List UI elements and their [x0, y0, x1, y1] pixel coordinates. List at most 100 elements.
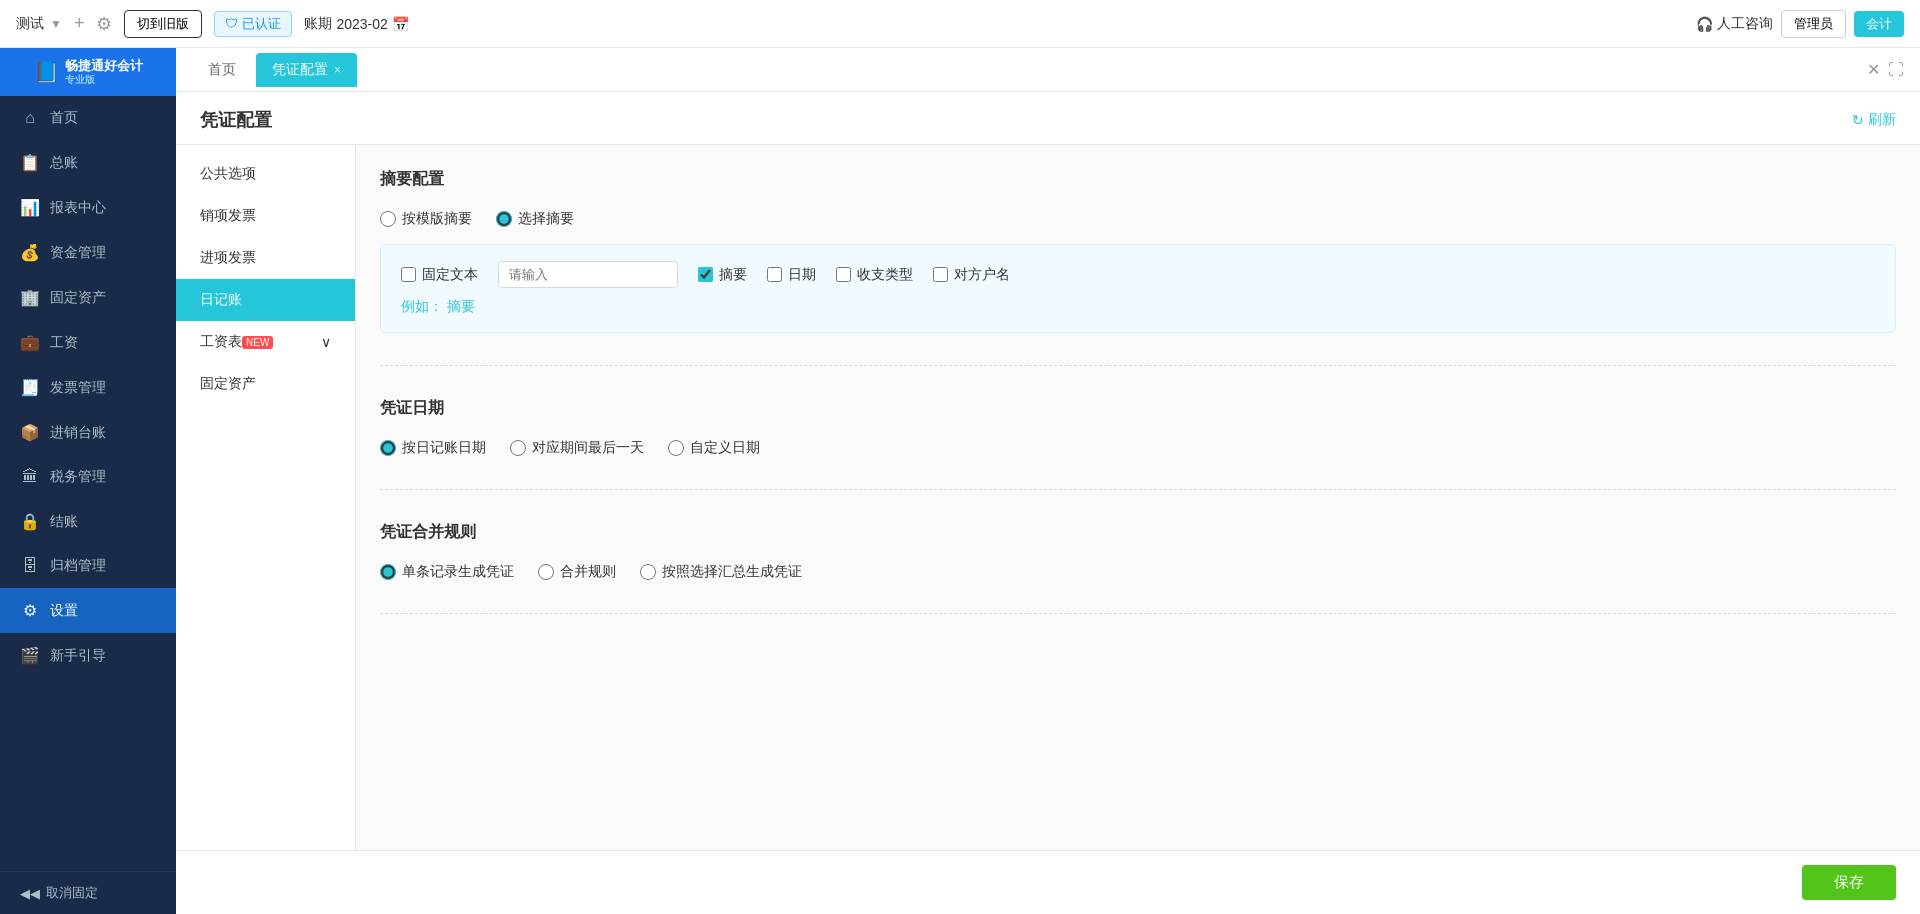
page-title: 凭证配置	[200, 108, 272, 132]
trade-icon: 📦	[20, 423, 40, 442]
radio-single-record[interactable]: 单条记录生成凭证	[380, 563, 514, 581]
sidebar-item-trade[interactable]: 📦 进销台账	[0, 410, 176, 455]
summary-radio-group: 按模版摘要 选择摘要	[380, 210, 1896, 228]
fixed-text-input[interactable]	[498, 261, 678, 288]
tab-expand-button[interactable]: ⛶	[1888, 60, 1904, 79]
sidebar-item-invoice[interactable]: 🧾 发票管理	[0, 365, 176, 410]
left-nav-purchase-label: 进项发票	[200, 249, 256, 267]
sidebar-label-trade: 进销台账	[50, 424, 106, 442]
add-icon[interactable]: +	[74, 13, 85, 34]
page-header: 凭证配置 ↻ 刷新	[176, 92, 1920, 145]
sidebar-label-reports: 报表中心	[50, 199, 106, 217]
radio-single-record-input[interactable]	[380, 564, 396, 580]
consult-button[interactable]: 🎧 人工咨询	[1696, 15, 1773, 33]
sidebar-label-ledger: 总账	[50, 154, 78, 172]
sidebar-footer-unpin[interactable]: ◀◀ 取消固定	[0, 871, 176, 914]
left-nav-journal-label: 日记账	[200, 291, 242, 309]
radio-journal-date[interactable]: 按日记账日期	[380, 439, 486, 457]
checkbox-summary[interactable]: 摘要	[698, 266, 747, 284]
voucher-date-section: 凭证日期 按日记账日期 对应期间最后一天 自定义日期	[380, 398, 1896, 457]
summary-config-title: 摘要配置	[380, 169, 1896, 190]
sidebar-item-payroll[interactable]: 💼 工资	[0, 320, 176, 365]
app-logo: 📘 畅捷通好会计 专业版	[0, 48, 176, 96]
header-actions: 🎧 人工咨询 管理员 会计	[1696, 10, 1904, 38]
workspace-dropdown-icon[interactable]: ▼	[50, 17, 62, 31]
checkbox-counterpart-input[interactable]	[933, 267, 948, 282]
sidebar-item-close[interactable]: 🔒 结账	[0, 499, 176, 544]
manager-button[interactable]: 管理员	[1781, 10, 1846, 38]
switch-old-button[interactable]: 切到旧版	[124, 10, 202, 38]
left-nav-journal[interactable]: 日记账	[176, 279, 355, 321]
sidebar-item-funds[interactable]: 💰 资金管理	[0, 230, 176, 275]
radio-template-summary[interactable]: 按模版摘要	[380, 210, 472, 228]
checkbox-income-type-input[interactable]	[836, 267, 851, 282]
tab-close-icon[interactable]: ×	[334, 63, 341, 77]
left-nav-payroll-sheet[interactable]: 工资表 NEW ∨	[176, 321, 355, 363]
checkbox-fixed-text[interactable]: 固定文本	[401, 266, 478, 284]
left-nav-public[interactable]: 公共选项	[176, 153, 355, 195]
radio-period-last[interactable]: 对应期间最后一天	[510, 439, 644, 457]
sidebar-item-ledger[interactable]: 📋 总账	[0, 140, 176, 185]
left-nav: 公共选项 销项发票 进项发票 日记账 工资表 NEW ∨ 固定资产	[176, 145, 356, 850]
radio-template-input[interactable]	[380, 211, 396, 227]
sidebar-item-assets[interactable]: 🏢 固定资产	[0, 275, 176, 320]
radio-selected-summary[interactable]: 按照选择汇总生成凭证	[640, 563, 802, 581]
right-content: 摘要配置 按模版摘要 选择摘要	[356, 145, 1920, 850]
tab-voucher-config-label: 凭证配置	[272, 61, 328, 79]
accountant-button[interactable]: 会计	[1854, 11, 1904, 37]
expand-icon: ∨	[321, 334, 331, 350]
left-nav-sales[interactable]: 销项发票	[176, 195, 355, 237]
settings-icon[interactable]: ⚙	[96, 13, 112, 35]
voucher-merge-title: 凭证合并规则	[380, 522, 1896, 543]
radio-journal-date-input[interactable]	[380, 440, 396, 456]
left-nav-fixed-assets-label: 固定资产	[200, 375, 256, 393]
radio-period-last-input[interactable]	[510, 440, 526, 456]
sidebar-item-reports[interactable]: 📊 报表中心	[0, 185, 176, 230]
inner-layout: 公共选项 销项发票 进项发票 日记账 工资表 NEW ∨ 固定资产	[176, 145, 1920, 850]
left-nav-purchase[interactable]: 进项发票	[176, 237, 355, 279]
save-button[interactable]: 保存	[1802, 865, 1896, 900]
checkbox-date-input[interactable]	[767, 267, 782, 282]
radio-custom-date[interactable]: 自定义日期	[668, 439, 760, 457]
checkbox-date[interactable]: 日期	[767, 266, 816, 284]
sidebar-item-home[interactable]: ⌂ 首页	[0, 96, 176, 140]
sidebar-scroll: ⌂ 首页 📋 总账 📊 报表中心 💰 资金管理 🏢 固定资产 💼 工资	[0, 96, 176, 871]
radio-select-input[interactable]	[496, 211, 512, 227]
period-info: 账期 2023-02 📅	[304, 15, 408, 33]
radio-selected-summary-input[interactable]	[640, 564, 656, 580]
workspace-selector[interactable]: 测试 ▼	[16, 15, 62, 33]
main-layout: 📘 畅捷通好会计 专业版 ⌂ 首页 📋 总账 📊 报表中心 💰	[0, 48, 1920, 914]
radio-merge-rule[interactable]: 合并规则	[538, 563, 616, 581]
tab-home[interactable]: 首页	[192, 53, 252, 87]
summary-config-section: 摘要配置 按模版摘要 选择摘要	[380, 169, 1896, 333]
divider-3	[380, 613, 1896, 614]
sidebar: 📘 畅捷通好会计 专业版 ⌂ 首页 📋 总账 📊 报表中心 💰	[0, 48, 176, 914]
radio-custom-date-input[interactable]	[668, 440, 684, 456]
left-nav-fixed-assets[interactable]: 固定资产	[176, 363, 355, 405]
checkbox-counterpart[interactable]: 对方户名	[933, 266, 1010, 284]
sidebar-item-settings[interactable]: ⚙ 设置	[0, 588, 176, 633]
example-text: 例如： 摘要	[401, 298, 1875, 316]
unpin-icon: ◀◀	[20, 886, 40, 901]
sidebar-item-tax[interactable]: 🏛 税务管理	[0, 455, 176, 499]
refresh-button[interactable]: ↻ 刷新	[1852, 111, 1896, 129]
voucher-date-title: 凭证日期	[380, 398, 1896, 419]
left-nav-sales-label: 销项发票	[200, 207, 256, 225]
summary-options-row: 固定文本 摘要 日期	[401, 261, 1875, 288]
radio-merge-rule-input[interactable]	[538, 564, 554, 580]
home-icon: ⌂	[20, 109, 40, 127]
sidebar-label-assets: 固定资产	[50, 289, 106, 307]
tab-close-button[interactable]: ✕	[1867, 60, 1880, 79]
tab-voucher-config[interactable]: 凭证配置 ×	[256, 53, 357, 87]
radio-select-summary[interactable]: 选择摘要	[496, 210, 574, 228]
checkbox-fixed-text-input[interactable]	[401, 267, 416, 282]
sidebar-item-guide[interactable]: 🎬 新手引导	[0, 633, 176, 678]
assets-icon: 🏢	[20, 288, 40, 307]
funds-icon: 💰	[20, 243, 40, 262]
checkbox-income-type[interactable]: 收支类型	[836, 266, 913, 284]
checkbox-summary-input[interactable]	[698, 267, 713, 282]
voucher-merge-section: 凭证合并规则 单条记录生成凭证 合并规则 按照选择汇总生成凭证	[380, 522, 1896, 581]
sidebar-item-archive[interactable]: 🗄 归档管理	[0, 544, 176, 588]
calendar-icon[interactable]: 📅	[392, 16, 409, 32]
voucher-date-radio-group: 按日记账日期 对应期间最后一天 自定义日期	[380, 439, 1896, 457]
